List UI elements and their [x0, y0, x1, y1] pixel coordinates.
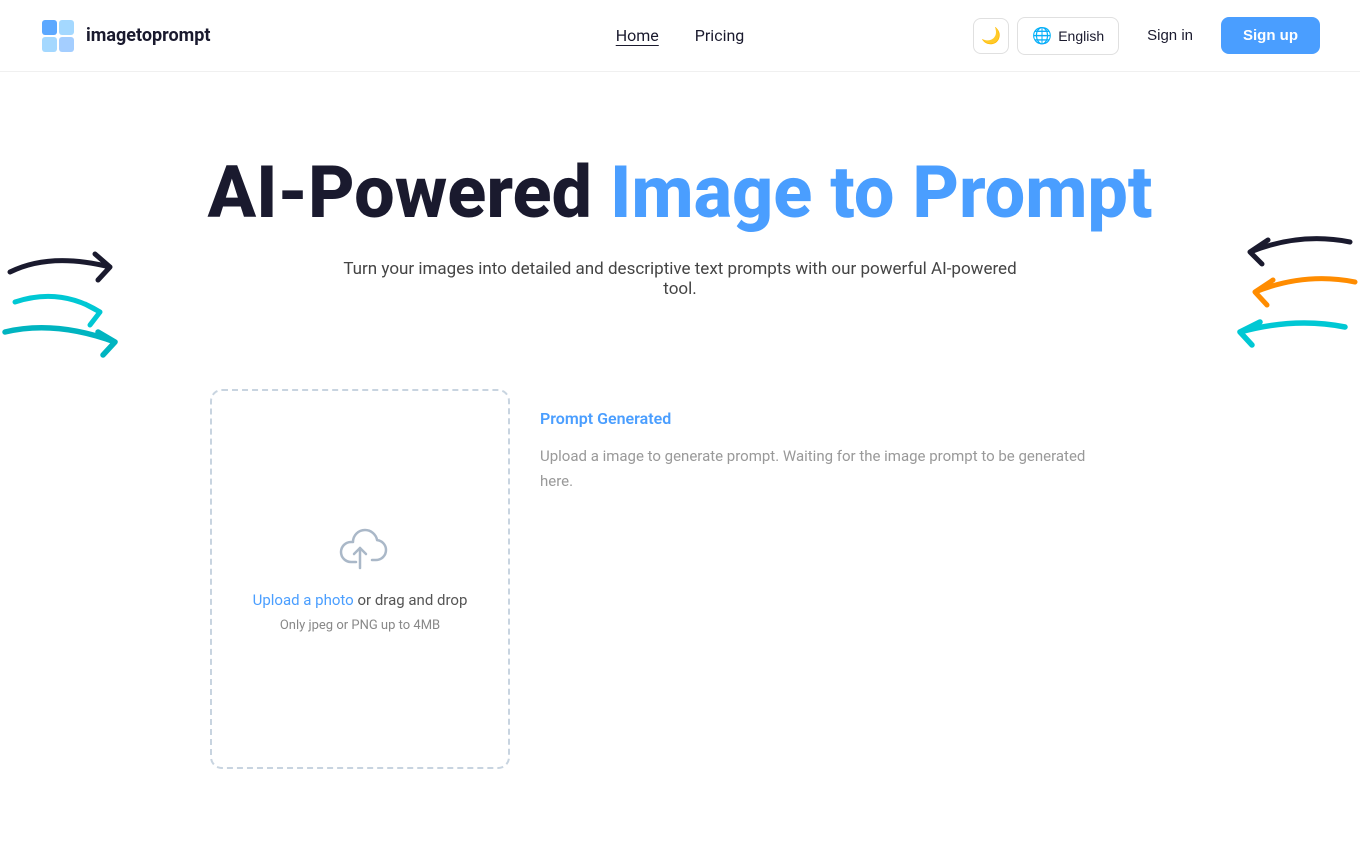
nav-right: 🌙 🌐 English Sign in Sign up [973, 17, 1320, 55]
nav-pricing[interactable]: Pricing [695, 26, 745, 45]
moon-icon: 🌙 [981, 26, 1001, 46]
hero-title: AI-Powered Image to Prompt [40, 152, 1320, 235]
left-arrows-decoration [0, 212, 160, 372]
hero-title-highlight: Image to Prompt [610, 150, 1153, 235]
upload-hint: Only jpeg or PNG up to 4MB [280, 618, 440, 633]
hero-section: AI-Powered Image to Prompt Turn your ima… [0, 72, 1360, 389]
navbar: imagetoprompt Home Pricing 🌙 🌐 English S… [0, 0, 1360, 72]
brand-name: imagetoprompt [86, 25, 210, 46]
globe-icon: 🌐 [1032, 26, 1052, 46]
hero-title-plain: AI-Powered [207, 150, 592, 235]
result-title: Prompt Generated [540, 409, 1120, 428]
nav-links: Home Pricing [616, 26, 745, 45]
upload-dropzone[interactable]: Upload a photo or drag and drop Only jpe… [210, 389, 510, 769]
tool-area: Upload a photo or drag and drop Only jpe… [130, 389, 1230, 769]
nav-home[interactable]: Home [616, 26, 659, 45]
logo-icon [40, 18, 76, 54]
logo[interactable]: imagetoprompt [40, 18, 210, 54]
right-arrows-decoration [1160, 212, 1360, 372]
signup-button[interactable]: Sign up [1221, 17, 1320, 54]
upload-text: Upload a photo or drag and drop [253, 588, 468, 612]
result-placeholder: Upload a image to generate prompt. Waiti… [540, 444, 1120, 495]
result-panel: Prompt Generated Upload a image to gener… [510, 389, 1150, 769]
hero-subtitle: Turn your images into detailed and descr… [340, 259, 1020, 299]
dark-mode-toggle[interactable]: 🌙 [973, 18, 1009, 54]
upload-drag-text: or drag and drop [357, 591, 467, 609]
upload-link[interactable]: Upload a photo [253, 591, 354, 609]
upload-cloud-icon [332, 524, 388, 572]
language-selector[interactable]: 🌐 English [1017, 17, 1119, 55]
language-label: English [1058, 28, 1104, 44]
signin-button[interactable]: Sign in [1127, 19, 1213, 52]
